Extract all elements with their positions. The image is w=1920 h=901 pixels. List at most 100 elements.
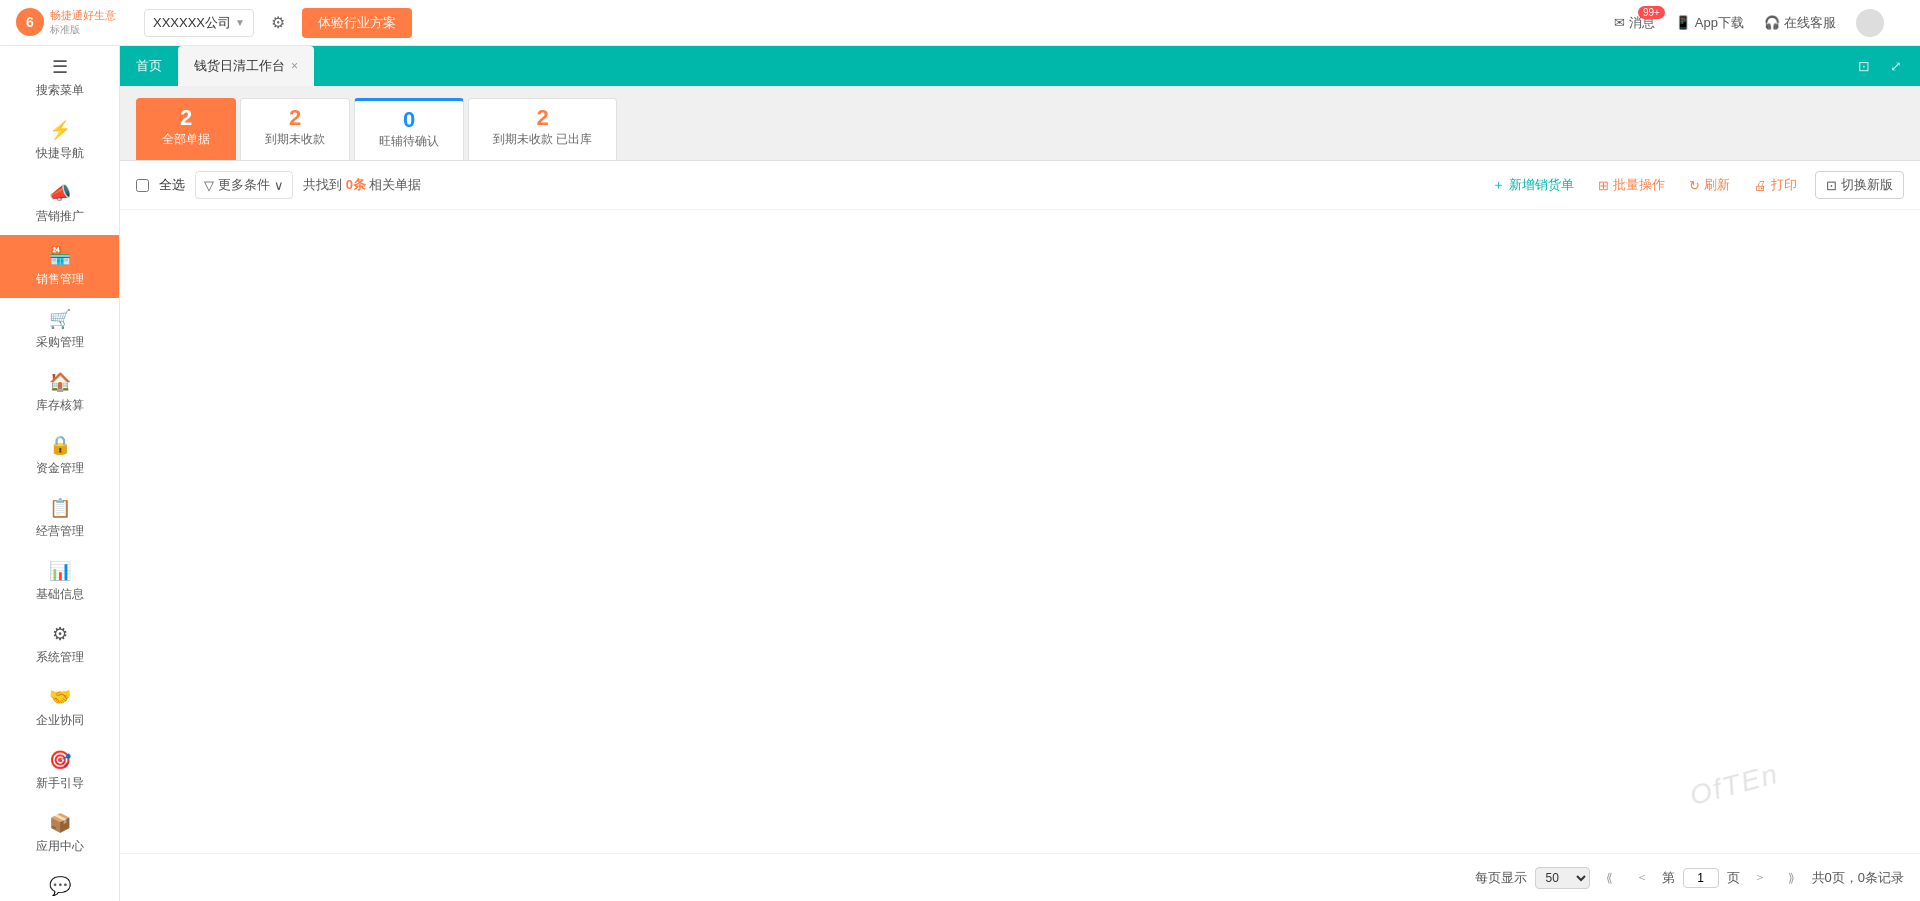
refresh-icon: ↻ <box>1689 178 1700 193</box>
sidebar-item-system[interactable]: ⚙ 系统管理 <box>0 613 119 676</box>
sidebar-item-base-info[interactable]: 📊 基础信息 <box>0 550 119 613</box>
sidebar-label-finance: 资金管理 <box>36 460 84 477</box>
work-area: 2 全部单据 2 到期未收款 0 旺辅待确认 2 到期未收款 已出库 <box>120 86 1920 901</box>
sidebar-label-guide: 新手引导 <box>36 775 84 792</box>
status-tabs: 2 全部单据 2 到期未收款 0 旺辅待确认 2 到期未收款 已出库 <box>120 86 1920 161</box>
print-label: 打印 <box>1771 176 1797 194</box>
content-area: 首页 钱货日清工作台 × ⊡ ⤢ 2 全部单据 2 到期未收款 <box>120 46 1920 901</box>
filter-icon: ▽ <box>204 178 214 193</box>
main-layout: ☰ 搜索菜单 ⚡ 快捷导航 📣 营销推广 🏪 销售管理 🛒 采购管理 🏠 库存核… <box>0 46 1920 901</box>
status-label-wangwang: 旺辅待确认 <box>379 133 439 150</box>
page-suffix: 页 <box>1727 869 1740 887</box>
sidebar-item-wechat[interactable]: 💬 企业微信 <box>0 865 119 901</box>
page-prev-btn[interactable]: ＜ <box>1630 866 1654 890</box>
filter-chevron-icon: ∨ <box>274 178 284 193</box>
status-tab-shipped[interactable]: 2 到期未收款 已出库 <box>468 98 617 160</box>
switch-version-button[interactable]: ⊡ 切换新版 <box>1815 171 1904 199</box>
pagination: 每页显示 50 20 100 ⟪ ＜ 第 页 ＞ ⟫ 共0页，0条记录 <box>120 853 1920 901</box>
page-next-btn[interactable]: ＞ <box>1748 866 1772 890</box>
new-order-button[interactable]: ＋ 新增销货单 <box>1486 172 1580 198</box>
tab-controls: ⊡ ⤢ <box>1852 54 1920 78</box>
online-support-action[interactable]: 🎧 在线客服 <box>1764 14 1836 32</box>
trial-button[interactable]: 体验行业方案 <box>302 8 412 38</box>
sidebar-label-inventory: 库存核算 <box>36 397 84 414</box>
sidebar-item-guide[interactable]: 🎯 新手引导 <box>0 739 119 802</box>
sidebar-item-quick-nav[interactable]: ⚡ 快捷导航 <box>0 109 119 172</box>
tab-cash-work[interactable]: 钱货日清工作台 × <box>178 46 314 86</box>
sidebar-label-quicknav: 快捷导航 <box>36 145 84 162</box>
page-first-btn[interactable]: ⟪ <box>1598 866 1622 890</box>
sidebar-item-search-menu[interactable]: ☰ 搜索菜单 <box>0 46 119 109</box>
online-support-label: 在线客服 <box>1784 14 1836 32</box>
batch-ops-button[interactable]: ⊞ 批量操作 <box>1592 172 1671 198</box>
header-left: 6 畅捷通好生意 标准版 XXXXXX公司 ▼ ⚙ 体验行业方案 <box>16 7 412 39</box>
sidebar-item-inventory[interactable]: 🏠 库存核算 <box>0 361 119 424</box>
print-button[interactable]: 🖨 打印 <box>1748 172 1803 198</box>
search-menu-icon: ☰ <box>52 56 68 78</box>
tab-maximize-icon[interactable]: ⤢ <box>1884 54 1908 78</box>
company-selector[interactable]: XXXXXX公司 ▼ <box>144 9 254 37</box>
sidebar-label-baseinfo: 基础信息 <box>36 586 84 603</box>
refresh-button[interactable]: ↻ 刷新 <box>1683 172 1736 198</box>
total-text: 共0页，0条记录 <box>1812 869 1904 887</box>
sales-icon: 🏪 <box>49 245 71 267</box>
sidebar-item-operations[interactable]: 📋 经营管理 <box>0 487 119 550</box>
sidebar-item-marketing[interactable]: 📣 营销推广 <box>0 172 119 235</box>
status-tab-overdue[interactable]: 2 到期未收款 <box>240 98 350 160</box>
operations-icon: 📋 <box>49 497 71 519</box>
toolbar: 全选 ▽ 更多条件 ∨ 共找到 0条 相关单据 ＋ 新增销货单 <box>120 161 1920 210</box>
message-badge: 99+ <box>1638 6 1665 19</box>
guide-icon: 🎯 <box>49 749 71 771</box>
wechat-icon: 💬 <box>49 875 71 897</box>
batch-icon: ⊞ <box>1598 178 1609 193</box>
sidebar-item-sales[interactable]: 🏪 销售管理 <box>0 235 119 298</box>
found-text: 共找到 0条 相关单据 <box>303 176 421 194</box>
status-count-all: 2 <box>180 107 192 129</box>
per-page-select[interactable]: 50 20 100 <box>1535 867 1590 889</box>
avatar[interactable] <box>1856 9 1884 37</box>
message-action[interactable]: ✉ 消息 99+ <box>1614 14 1655 32</box>
switch-icon: ⊡ <box>1826 178 1837 193</box>
app-download-action[interactable]: 📱 App下载 <box>1675 14 1744 32</box>
status-tab-all[interactable]: 2 全部单据 <box>136 98 236 160</box>
edition-label: 标准版 <box>50 23 116 37</box>
logo-icon: 6 <box>16 8 44 36</box>
status-label-overdue: 到期未收款 <box>265 131 325 148</box>
status-tab-wangwang[interactable]: 0 旺辅待确认 <box>354 98 464 160</box>
status-count-wangwang: 0 <box>403 109 415 131</box>
sidebar-item-purchase[interactable]: 🛒 采购管理 <box>0 298 119 361</box>
tab-home[interactable]: 首页 <box>120 46 178 86</box>
tab-close-icon[interactable]: × <box>291 59 298 73</box>
brand-name: 畅捷通好生意 <box>50 8 116 22</box>
refresh-label: 刷新 <box>1704 176 1730 194</box>
support-icon: 🎧 <box>1764 15 1780 30</box>
sidebar-item-appcenter[interactable]: 📦 应用中心 <box>0 802 119 865</box>
finance-icon: 🔒 <box>49 434 71 456</box>
batch-ops-label: 批量操作 <box>1613 176 1665 194</box>
sidebar-label-marketing: 营销推广 <box>36 208 84 225</box>
logo-area: 6 畅捷通好生意 标准版 <box>16 8 136 36</box>
found-prefix: 共找到 <box>303 177 342 192</box>
status-label-shipped: 到期未收款 已出库 <box>493 131 592 148</box>
company-name: XXXXXX公司 <box>153 14 231 32</box>
select-all-checkbox[interactable] <box>136 179 149 192</box>
print-icon: 🖨 <box>1754 178 1767 193</box>
system-icon: ⚙ <box>52 623 68 645</box>
page-input[interactable] <box>1683 868 1719 888</box>
found-suffix: 相关单据 <box>369 177 421 192</box>
settings-icon[interactable]: ⚙ <box>262 7 294 39</box>
select-all-label: 全选 <box>159 176 185 194</box>
sidebar-item-cooperation[interactable]: 🤝 企业协同 <box>0 676 119 739</box>
appcenter-icon: 📦 <box>49 812 71 834</box>
page-label: 第 <box>1662 869 1675 887</box>
sidebar-item-finance[interactable]: 🔒 资金管理 <box>0 424 119 487</box>
filter-button[interactable]: ▽ 更多条件 ∨ <box>195 171 293 199</box>
message-icon: ✉ <box>1614 15 1625 30</box>
sidebar-label-operations: 经营管理 <box>36 523 84 540</box>
sidebar-label-search: 搜索菜单 <box>36 82 84 99</box>
download-icon: 📱 <box>1675 15 1691 30</box>
toolbar-right: ＋ 新增销货单 ⊞ 批量操作 ↻ 刷新 🖨 打印 <box>1486 171 1904 199</box>
tab-restore-icon[interactable]: ⊡ <box>1852 54 1876 78</box>
page-last-btn[interactable]: ⟫ <box>1780 866 1804 890</box>
quick-nav-icon: ⚡ <box>49 119 71 141</box>
